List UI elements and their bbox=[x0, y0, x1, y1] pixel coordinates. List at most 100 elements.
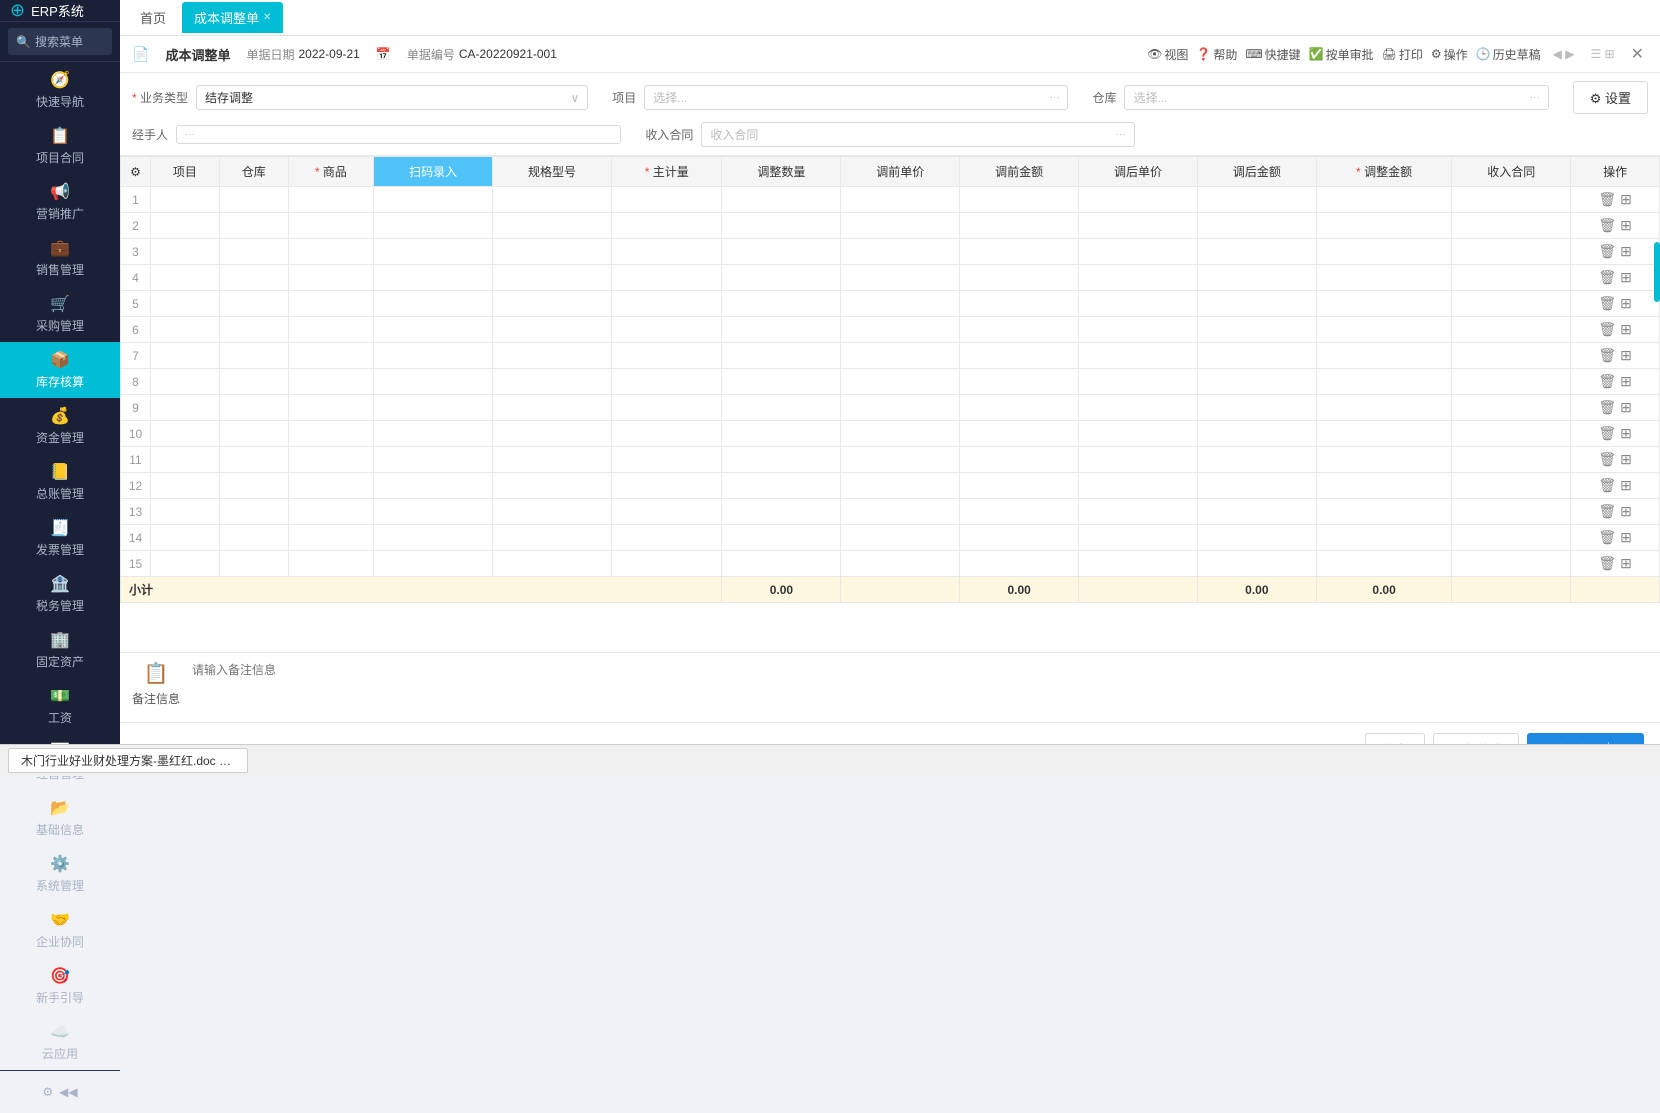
cell-after-price-14[interactable] bbox=[1079, 525, 1198, 551]
cell-after-amount-5[interactable] bbox=[1197, 291, 1316, 317]
cell-product-5[interactable] bbox=[288, 291, 374, 317]
delete-row-13[interactable]: 🗑 bbox=[1598, 503, 1616, 520]
cell-adjust-amount-4[interactable] bbox=[1316, 265, 1452, 291]
cell-adjust-qty-14[interactable] bbox=[722, 525, 841, 551]
cell-before-price-13[interactable] bbox=[841, 499, 960, 525]
cell-adjust-amount-12[interactable] bbox=[1316, 473, 1452, 499]
cell-before-amount-15[interactable] bbox=[960, 551, 1079, 577]
settings-bottom-button[interactable]: ⚙ ◀◀ bbox=[0, 1077, 120, 1107]
project-input[interactable]: 选择... ··· bbox=[644, 85, 1068, 110]
cell-product-14[interactable] bbox=[288, 525, 374, 551]
cell-income-contract-12[interactable] bbox=[1452, 473, 1571, 499]
copy-row-6[interactable]: ⊞ bbox=[1620, 321, 1632, 338]
cell-scan-8[interactable] bbox=[374, 369, 493, 395]
cell-warehouse-3[interactable] bbox=[219, 239, 288, 265]
cell-spec-9[interactable] bbox=[493, 395, 612, 421]
delete-row-4[interactable]: 🗑 bbox=[1598, 269, 1616, 286]
cell-before-price-1[interactable] bbox=[841, 187, 960, 213]
content-close-button[interactable]: ✕ bbox=[1627, 44, 1648, 64]
cell-unit-10[interactable] bbox=[611, 421, 722, 447]
cell-unit-11[interactable] bbox=[611, 447, 722, 473]
cell-adjust-amount-15[interactable] bbox=[1316, 551, 1452, 577]
cell-project-2[interactable] bbox=[151, 213, 220, 239]
cell-scan-9[interactable] bbox=[374, 395, 493, 421]
cell-before-price-2[interactable] bbox=[841, 213, 960, 239]
cell-after-price-4[interactable] bbox=[1079, 265, 1198, 291]
cell-warehouse-8[interactable] bbox=[219, 369, 288, 395]
cell-income-contract-3[interactable] bbox=[1452, 239, 1571, 265]
cell-unit-14[interactable] bbox=[611, 525, 722, 551]
copy-row-7[interactable]: ⊞ bbox=[1620, 347, 1632, 364]
tab-cost-adjust-close[interactable]: ✕ bbox=[263, 12, 271, 23]
cell-unit-6[interactable] bbox=[611, 317, 722, 343]
cell-after-price-9[interactable] bbox=[1079, 395, 1198, 421]
copy-row-13[interactable]: ⊞ bbox=[1620, 503, 1632, 520]
warehouse-input[interactable]: 选择... ··· bbox=[1124, 85, 1548, 110]
cell-before-price-14[interactable] bbox=[841, 525, 960, 551]
settings-button[interactable]: ⚙ 设置 bbox=[1573, 81, 1648, 114]
cell-income-contract-4[interactable] bbox=[1452, 265, 1571, 291]
cell-unit-1[interactable] bbox=[611, 187, 722, 213]
sidebar-item-cooperation[interactable]: 🤝企业协同 bbox=[0, 902, 120, 958]
delete-row-12[interactable]: 🗑 bbox=[1598, 477, 1616, 494]
cell-spec-13[interactable] bbox=[493, 499, 612, 525]
cell-scan-2[interactable] bbox=[374, 213, 493, 239]
help-button[interactable]: ❓ 帮助 bbox=[1196, 46, 1237, 63]
cell-scan-5[interactable] bbox=[374, 291, 493, 317]
review-button[interactable]: ✅ 按单审批 bbox=[1309, 46, 1374, 63]
cell-unit-13[interactable] bbox=[611, 499, 722, 525]
cell-project-13[interactable] bbox=[151, 499, 220, 525]
income-contract-input[interactable]: 收入合同 ··· bbox=[701, 122, 1134, 147]
print-button[interactable]: 🖨 打印 bbox=[1382, 46, 1423, 63]
cell-adjust-qty-9[interactable] bbox=[722, 395, 841, 421]
copy-row-5[interactable]: ⊞ bbox=[1620, 295, 1632, 312]
cell-warehouse-1[interactable] bbox=[219, 187, 288, 213]
cell-spec-7[interactable] bbox=[493, 343, 612, 369]
cell-before-amount-2[interactable] bbox=[960, 213, 1079, 239]
cell-product-1[interactable] bbox=[288, 187, 374, 213]
copy-row-4[interactable]: ⊞ bbox=[1620, 269, 1632, 286]
cell-adjust-qty-15[interactable] bbox=[722, 551, 841, 577]
cell-income-contract-15[interactable] bbox=[1452, 551, 1571, 577]
cell-adjust-qty-6[interactable] bbox=[722, 317, 841, 343]
cell-adjust-amount-3[interactable] bbox=[1316, 239, 1452, 265]
cell-spec-11[interactable] bbox=[493, 447, 612, 473]
col-settings[interactable]: ⚙ bbox=[121, 157, 151, 187]
col-scan[interactable]: 扫码录入 bbox=[374, 157, 493, 187]
cell-before-amount-3[interactable] bbox=[960, 239, 1079, 265]
cell-scan-7[interactable] bbox=[374, 343, 493, 369]
cell-spec-14[interactable] bbox=[493, 525, 612, 551]
cell-adjust-amount-14[interactable] bbox=[1316, 525, 1452, 551]
cell-before-amount-7[interactable] bbox=[960, 343, 1079, 369]
copy-row-10[interactable]: ⊞ bbox=[1620, 425, 1632, 442]
cell-project-4[interactable] bbox=[151, 265, 220, 291]
cell-adjust-qty-5[interactable] bbox=[722, 291, 841, 317]
cell-adjust-qty-2[interactable] bbox=[722, 213, 841, 239]
cell-after-price-10[interactable] bbox=[1079, 421, 1198, 447]
sidebar-item-invoice[interactable]: 🧾发票管理 bbox=[0, 510, 120, 566]
cell-project-6[interactable] bbox=[151, 317, 220, 343]
cell-after-amount-12[interactable] bbox=[1197, 473, 1316, 499]
cell-project-3[interactable] bbox=[151, 239, 220, 265]
cell-adjust-qty-11[interactable] bbox=[722, 447, 841, 473]
tab-home[interactable]: 首页 bbox=[128, 2, 178, 33]
delete-row-7[interactable]: 🗑 bbox=[1598, 347, 1616, 364]
cell-before-price-7[interactable] bbox=[841, 343, 960, 369]
cell-spec-1[interactable] bbox=[493, 187, 612, 213]
cell-project-7[interactable] bbox=[151, 343, 220, 369]
cell-adjust-qty-13[interactable] bbox=[722, 499, 841, 525]
search-menu-button[interactable]: 🔍 搜索菜单 bbox=[8, 28, 112, 55]
cell-after-price-12[interactable] bbox=[1079, 473, 1198, 499]
handler-input[interactable]: ··· bbox=[176, 125, 621, 144]
cell-after-price-15[interactable] bbox=[1079, 551, 1198, 577]
cell-unit-3[interactable] bbox=[611, 239, 722, 265]
cell-after-amount-13[interactable] bbox=[1197, 499, 1316, 525]
cell-spec-10[interactable] bbox=[493, 421, 612, 447]
sidebar-item-tax[interactable]: 🏦税务管理 bbox=[0, 566, 120, 622]
cell-unit-12[interactable] bbox=[611, 473, 722, 499]
cell-spec-6[interactable] bbox=[493, 317, 612, 343]
cell-adjust-qty-10[interactable] bbox=[722, 421, 841, 447]
cell-warehouse-5[interactable] bbox=[219, 291, 288, 317]
cell-project-15[interactable] bbox=[151, 551, 220, 577]
cell-product-15[interactable] bbox=[288, 551, 374, 577]
